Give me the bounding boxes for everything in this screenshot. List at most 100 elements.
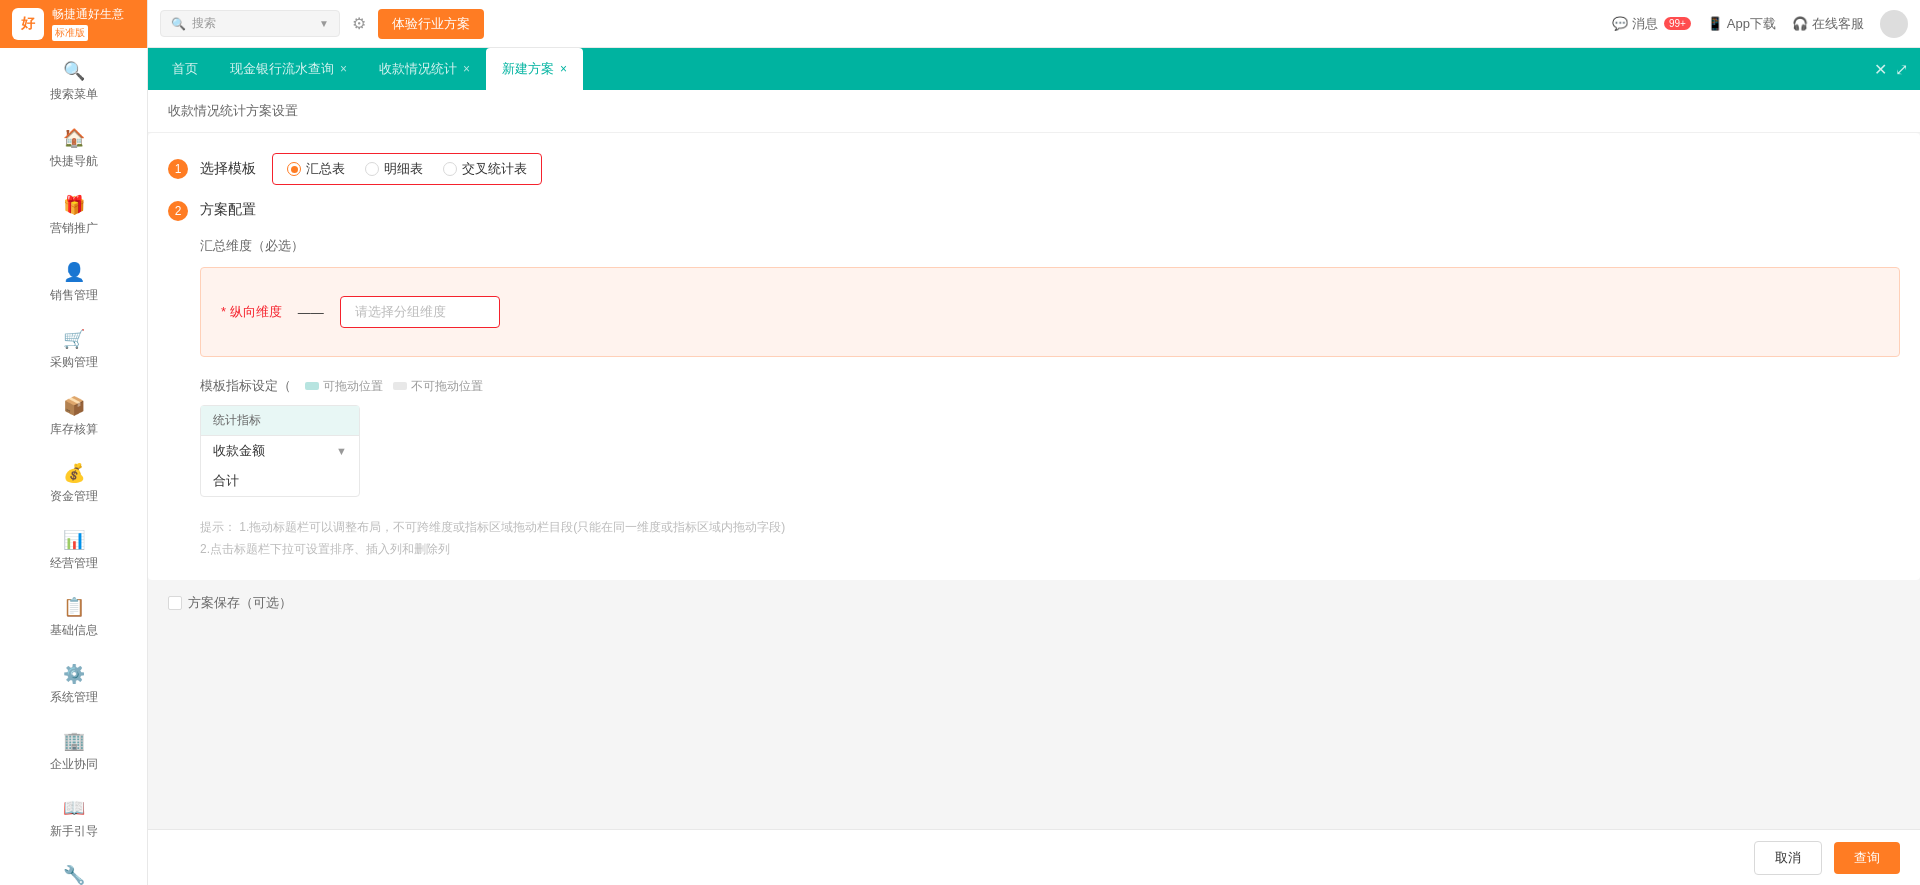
maximize-icon[interactable]: ⤢ bbox=[1895, 60, 1908, 79]
section-card: 1 选择模板 汇总表 明细表 交叉统计表 bbox=[148, 133, 1920, 580]
sidebar-item-marketing[interactable]: 🎁 营销推广 bbox=[0, 182, 147, 249]
sidebar-label-sales: 销售管理 bbox=[50, 287, 98, 304]
legend-drag-label: 可拖动位置 bbox=[323, 378, 383, 395]
radio-detail[interactable]: 明细表 bbox=[365, 160, 423, 178]
sidebar-item-quick-nav[interactable]: 🏠 快捷导航 bbox=[0, 115, 147, 182]
topbar-search-arrow: ▼ bbox=[319, 18, 329, 29]
radio-crosstab-circle bbox=[443, 162, 457, 176]
step2-row: 2 方案配置 bbox=[168, 201, 1900, 221]
sidebar: 好 畅捷通好生意 标准版 🔍 搜索菜单 🏠 快捷导航 🎁 营销推广 👤 销售管理… bbox=[0, 0, 148, 885]
finance-icon: 💰 bbox=[63, 462, 85, 484]
step1-badge: 1 bbox=[168, 159, 188, 179]
bottom-bar: 取消 查询 bbox=[148, 829, 1920, 885]
step2-badge: 2 bbox=[168, 201, 188, 221]
message-action[interactable]: 💬 消息 99+ bbox=[1612, 15, 1691, 33]
app-download-action[interactable]: 📱 App下载 bbox=[1707, 15, 1776, 33]
tip-0: 提示： 1.拖动标题栏可以调整布局，不可跨维度或指标区域拖动栏目段(只能在同一维… bbox=[200, 517, 1900, 539]
dimension-arrow-icon: —— bbox=[298, 305, 324, 320]
guide-icon: 📖 bbox=[63, 797, 85, 819]
tab-close-bank[interactable]: × bbox=[340, 63, 347, 75]
legend-nodrag-dot bbox=[393, 382, 407, 390]
message-badge: 99+ bbox=[1664, 17, 1691, 30]
tab-close-collection-stats[interactable]: × bbox=[463, 63, 470, 75]
tabbar: 首页现金银行流水查询×收款情况统计×新建方案× ✕ ⤢ bbox=[148, 48, 1920, 90]
dimension-select[interactable]: 请选择分组维度 bbox=[340, 296, 500, 328]
radio-detail-circle bbox=[365, 162, 379, 176]
metrics-title-part: 模板指标设定（ bbox=[200, 378, 291, 393]
sidebar-item-inventory[interactable]: 📦 库存核算 bbox=[0, 383, 147, 450]
operation-icon: 📊 bbox=[63, 529, 85, 551]
sidebar-item-hardware[interactable]: 🔧 智能硬件 bbox=[0, 852, 147, 885]
query-button[interactable]: 查询 bbox=[1834, 842, 1900, 874]
legend-nodrag-item: 不可拖动位置 bbox=[393, 378, 483, 395]
service-icon: 🎧 bbox=[1792, 16, 1808, 31]
sidebar-item-search[interactable]: 🔍 搜索菜单 bbox=[0, 48, 147, 115]
sidebar-label-quick-nav: 快捷导航 bbox=[50, 153, 98, 170]
tab-close-new-plan[interactable]: × bbox=[560, 63, 567, 75]
dimension-title: 汇总维度（必选） bbox=[200, 237, 1900, 255]
metrics-table: 统计指标 收款金额 ▼ 合计 bbox=[200, 405, 360, 497]
online-service-label: 在线客服 bbox=[1812, 15, 1864, 33]
breadcrumb-text: 收款情况统计方案设置 bbox=[168, 103, 298, 118]
window-controls: ✕ ⤢ bbox=[1874, 60, 1920, 79]
step1-row: 1 选择模板 汇总表 明细表 交叉统计表 bbox=[168, 153, 1900, 185]
basic-info-icon: 📋 bbox=[63, 596, 85, 618]
logo-badge: 标准版 bbox=[52, 25, 88, 41]
metrics-row-1-label: 合计 bbox=[213, 472, 347, 490]
sidebar-item-finance[interactable]: 💰 资金管理 bbox=[0, 450, 147, 517]
radio-crosstab[interactable]: 交叉统计表 bbox=[443, 160, 527, 178]
sidebar-label-search: 搜索菜单 bbox=[50, 86, 98, 103]
sidebar-item-purchase[interactable]: 🛒 采购管理 bbox=[0, 316, 147, 383]
topbar-search-box[interactable]: 🔍 搜索 ▼ bbox=[160, 10, 340, 37]
quick-nav-icon: 🏠 bbox=[63, 127, 85, 149]
logo-icon: 好 bbox=[12, 8, 44, 40]
tab-collection-stats[interactable]: 收款情况统计× bbox=[363, 48, 486, 90]
radio-summary[interactable]: 汇总表 bbox=[287, 160, 345, 178]
inventory-icon: 📦 bbox=[63, 395, 85, 417]
metrics-table-header: 统计指标 bbox=[201, 406, 359, 436]
marketing-icon: 🎁 bbox=[63, 194, 85, 216]
enterprise-icon: 🏢 bbox=[63, 730, 85, 752]
tab-label-bank: 现金银行流水查询 bbox=[230, 60, 334, 78]
page-content: 收款情况统计方案设置 1 选择模板 汇总表 明细表 bbox=[148, 90, 1920, 829]
sidebar-item-guide[interactable]: 📖 新手引导 bbox=[0, 785, 147, 852]
sidebar-item-operation[interactable]: 📊 经营管理 bbox=[0, 517, 147, 584]
logo-text: 畅捷通好生意 标准版 bbox=[52, 7, 124, 41]
page-footer: 方案保存（可选） bbox=[148, 580, 1920, 626]
tab-home[interactable]: 首页 bbox=[156, 48, 214, 90]
dimension-area: * 纵向维度 —— 请选择分组维度 bbox=[200, 267, 1900, 357]
cancel-button[interactable]: 取消 bbox=[1754, 841, 1822, 875]
tab-bank[interactable]: 现金银行流水查询 × bbox=[214, 48, 363, 90]
step1-options: 汇总表 明细表 交叉统计表 bbox=[272, 153, 542, 185]
tips-section: 提示： 1.拖动标题栏可以调整布局，不可跨维度或指标区域拖动栏目段(只能在同一维… bbox=[200, 517, 1900, 560]
hardware-icon: 🔧 bbox=[63, 864, 85, 885]
sidebar-item-basic-info[interactable]: 📋 基础信息 bbox=[0, 584, 147, 651]
sidebar-label-purchase: 采购管理 bbox=[50, 354, 98, 371]
online-service-action[interactable]: 🎧 在线客服 bbox=[1792, 15, 1864, 33]
save-checkbox[interactable] bbox=[168, 596, 182, 610]
close-window-icon[interactable]: ✕ bbox=[1874, 60, 1887, 79]
sidebar-label-finance: 资金管理 bbox=[50, 488, 98, 505]
message-label: 消息 bbox=[1632, 15, 1658, 33]
sidebar-label-basic-info: 基础信息 bbox=[50, 622, 98, 639]
legend-drag-dot bbox=[305, 382, 319, 390]
search-icon: 🔍 bbox=[63, 60, 85, 82]
sidebar-item-enterprise[interactable]: 🏢 企业协同 bbox=[0, 718, 147, 785]
sidebar-item-sales[interactable]: 👤 销售管理 bbox=[0, 249, 147, 316]
tab-new-plan[interactable]: 新建方案× bbox=[486, 48, 583, 90]
user-avatar[interactable] bbox=[1880, 10, 1908, 38]
sidebar-label-enterprise: 企业协同 bbox=[50, 756, 98, 773]
radio-crosstab-label: 交叉统计表 bbox=[462, 160, 527, 178]
gear-icon[interactable]: ⚙ bbox=[352, 14, 366, 33]
metrics-row-0-dropdown-icon[interactable]: ▼ bbox=[336, 445, 347, 457]
sidebar-item-sys-mgmt[interactable]: ⚙️ 系统管理 bbox=[0, 651, 147, 718]
metrics-row-0[interactable]: 收款金额 ▼ bbox=[201, 436, 359, 466]
metrics-title-row: 模板指标设定（ 可拖动位置 不可拖动位置 bbox=[200, 377, 1900, 395]
dimension-required-label: * 纵向维度 bbox=[221, 303, 282, 321]
tab-label-home: 首页 bbox=[172, 60, 198, 78]
step1-label: 选择模板 bbox=[200, 160, 256, 178]
breadcrumb: 收款情况统计方案设置 bbox=[148, 90, 1920, 133]
main-area: 🔍 搜索 ▼ ⚙ 体验行业方案 💬 消息 99+ 📱 App下载 🎧 在线客服 … bbox=[148, 0, 1920, 885]
industry-btn[interactable]: 体验行业方案 bbox=[378, 9, 484, 39]
tip-1: 2.点击标题栏下拉可设置排序、插入列和删除列 bbox=[200, 539, 1900, 561]
